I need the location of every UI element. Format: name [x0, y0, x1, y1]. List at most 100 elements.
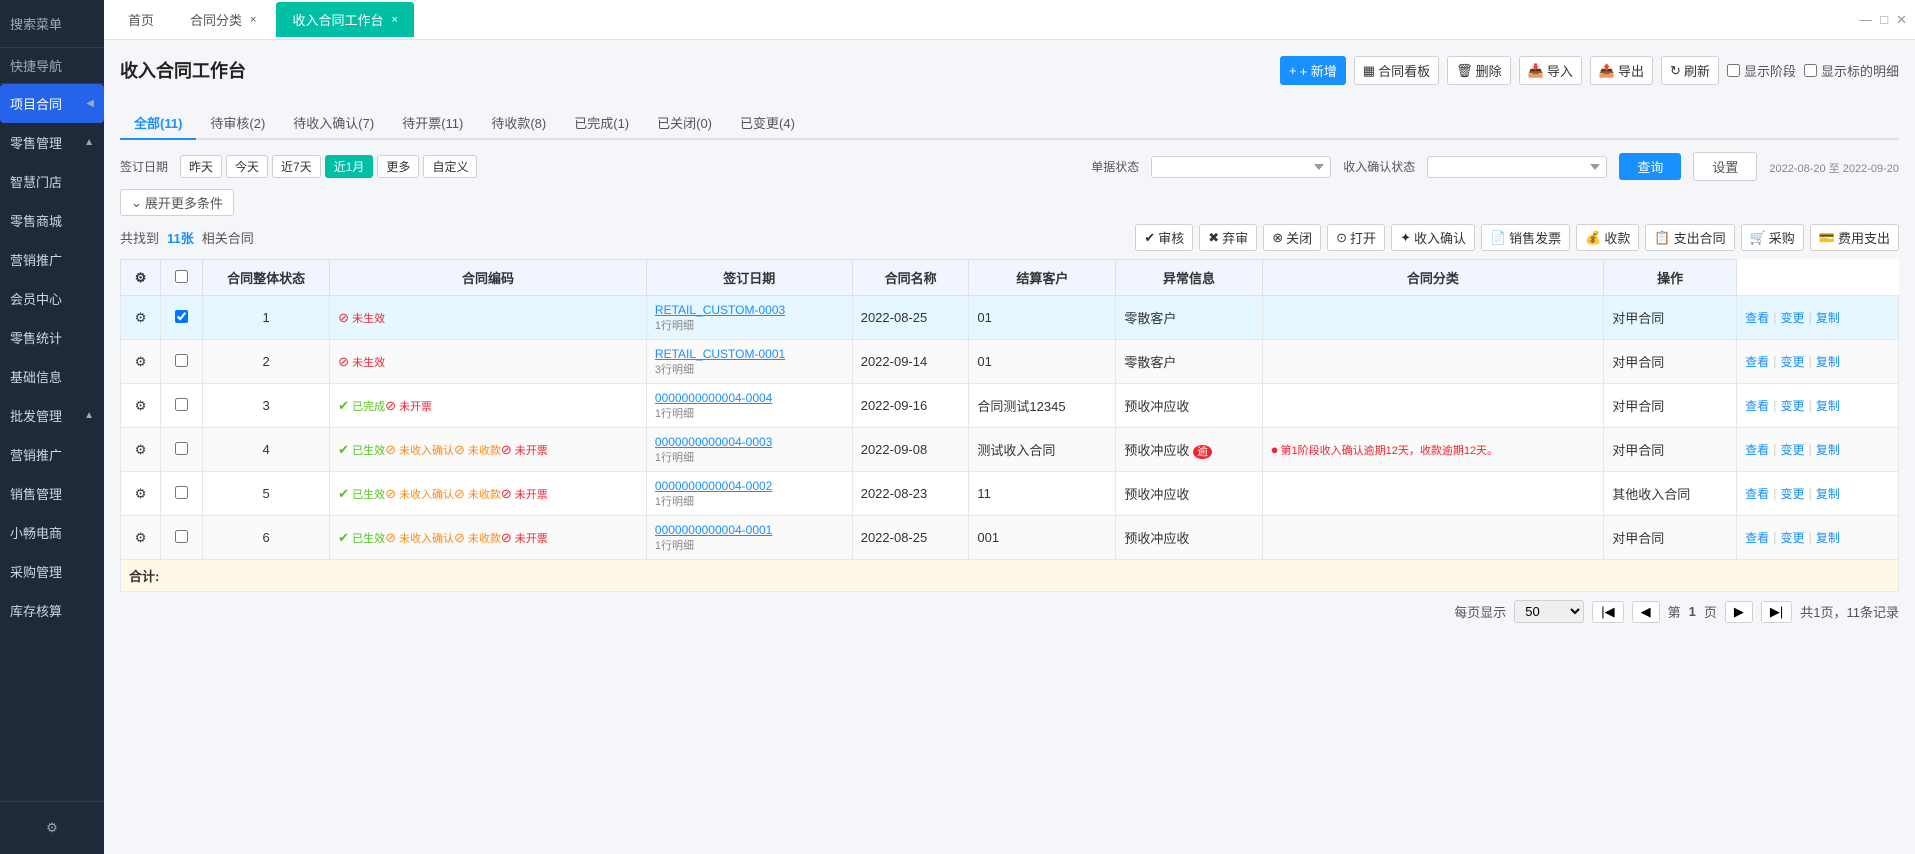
contract-code-link[interactable]: 0000000000004-0001: [655, 523, 772, 537]
row-settings-3[interactable]: ⚙: [121, 384, 161, 428]
action-采购-button[interactable]: 🛒采购: [1741, 224, 1804, 251]
row-code-5[interactable]: 0000000000004-00021行明细: [646, 472, 852, 516]
import_btn-button[interactable]: 📥导入: [1519, 56, 1582, 85]
settings-col-icon[interactable]: ⚙: [135, 270, 147, 285]
sidebar-search[interactable]: 搜索菜单: [0, 0, 104, 48]
op-复制-link[interactable]: 复制: [1816, 311, 1840, 325]
op-查看-link[interactable]: 查看: [1745, 399, 1769, 413]
row-code-6[interactable]: 0000000000004-00011行明细: [646, 516, 852, 560]
contract-code-link[interactable]: RETAIL_CUSTOM-0001: [655, 347, 785, 361]
op-复制-link[interactable]: 复制: [1816, 531, 1840, 545]
action-收入确认-button[interactable]: ✦收入确认: [1391, 224, 1475, 251]
close-icon[interactable]: ✕: [1896, 12, 1907, 28]
row-checkbox-3[interactable]: [175, 398, 188, 411]
filter-tab-已关闭(0)[interactable]: 已关闭(0): [643, 107, 726, 140]
maximize-icon[interactable]: □: [1880, 12, 1888, 28]
show_stages-checkbox[interactable]: [1727, 64, 1740, 77]
sidebar-item-sales-mgmt[interactable]: 销售管理: [0, 474, 104, 513]
first-page-button[interactable]: |◀: [1592, 601, 1623, 623]
row-settings-icon[interactable]: ⚙: [135, 530, 147, 545]
sidebar-item-wholesale[interactable]: 批发管理▲: [0, 396, 104, 435]
action-审核-button[interactable]: ✔审核: [1135, 224, 1193, 251]
tab-合同分类[interactable]: 合同分类×: [174, 2, 272, 37]
row-checkbox-1[interactable]: [175, 310, 188, 323]
sidebar-item-retail-mall[interactable]: 零售商城: [0, 201, 104, 240]
row-settings-5[interactable]: ⚙: [121, 472, 161, 516]
row-code-2[interactable]: RETAIL_CUSTOM-00013行明细: [646, 340, 852, 384]
tab-close-icon[interactable]: ×: [250, 14, 256, 26]
op-查看-link[interactable]: 查看: [1745, 531, 1769, 545]
op-变更-link[interactable]: 变更: [1780, 311, 1804, 325]
sidebar-item-marketing[interactable]: 营销推广: [0, 240, 104, 279]
tab-close-icon[interactable]: ×: [391, 14, 397, 26]
row-checkbox-cell-3[interactable]: [161, 384, 203, 428]
tab-首页[interactable]: 首页: [112, 2, 170, 37]
row-settings-icon[interactable]: ⚙: [135, 354, 147, 369]
minimize-icon[interactable]: —: [1859, 12, 1872, 28]
row-code-1[interactable]: RETAIL_CUSTOM-00031行明细: [646, 296, 852, 340]
sidebar-item-retail-stats[interactable]: 零售统计: [0, 318, 104, 357]
setting-button[interactable]: 设置: [1693, 152, 1757, 181]
col-header-8[interactable]: 合同分类: [1262, 260, 1604, 296]
doc-status-select[interactable]: [1151, 156, 1331, 178]
row-settings-2[interactable]: ⚙: [121, 340, 161, 384]
row-settings-6[interactable]: ⚙: [121, 516, 161, 560]
prev-page-button[interactable]: ◀: [1632, 601, 1660, 623]
sidebar-item-retail[interactable]: 零售管理▲: [0, 123, 104, 162]
row-checkbox-5[interactable]: [175, 486, 188, 499]
row-ops-6[interactable]: 查看|变更|复制: [1737, 516, 1899, 560]
op-复制-link[interactable]: 复制: [1816, 443, 1840, 457]
col-header-5[interactable]: 合同名称: [852, 260, 969, 296]
new_btn-button[interactable]: ++ 新增: [1280, 56, 1346, 85]
row-checkbox-4[interactable]: [175, 442, 188, 455]
row-checkbox-6[interactable]: [175, 530, 188, 543]
kanban_btn-button[interactable]: ▦合同看板: [1354, 56, 1439, 85]
filter-tab-待收款(8)[interactable]: 待收款(8): [477, 107, 560, 140]
op-查看-link[interactable]: 查看: [1745, 487, 1769, 501]
op-查看-link[interactable]: 查看: [1745, 311, 1769, 325]
filter-tab-待审核(2)[interactable]: 待审核(2): [196, 107, 279, 140]
action-费用支出-button[interactable]: 💳费用支出: [1810, 224, 1899, 251]
date-btn-近7天[interactable]: 近7天: [272, 155, 321, 178]
row-settings-4[interactable]: ⚙: [121, 428, 161, 472]
op-查看-link[interactable]: 查看: [1745, 355, 1769, 369]
page-size-select[interactable]: 102050100: [1514, 600, 1584, 623]
sidebar-item-xiaochang[interactable]: 小畅电商: [0, 513, 104, 552]
confirm-status-select[interactable]: [1427, 156, 1607, 178]
sidebar-item-smart-store[interactable]: 智慧门店: [0, 162, 104, 201]
show_details-checkbox[interactable]: [1804, 64, 1817, 77]
contract-code-link[interactable]: RETAIL_CUSTOM-0003: [655, 303, 785, 317]
row-checkbox-2[interactable]: [175, 354, 188, 367]
contract-code-link[interactable]: 0000000000004-0002: [655, 479, 772, 493]
row-code-3[interactable]: 0000000000004-00041行明细: [646, 384, 852, 428]
op-变更-link[interactable]: 变更: [1780, 487, 1804, 501]
date-btn-今天[interactable]: 今天: [226, 155, 268, 178]
show_stages-label[interactable]: 显示阶段: [1727, 61, 1796, 80]
sidebar-quick-nav[interactable]: 快捷导航: [0, 48, 104, 84]
row-checkbox-cell-1[interactable]: [161, 296, 203, 340]
row-settings-icon[interactable]: ⚙: [135, 486, 147, 501]
col-header-4[interactable]: 签订日期: [646, 260, 852, 296]
op-复制-link[interactable]: 复制: [1816, 487, 1840, 501]
row-settings-icon[interactable]: ⚙: [135, 442, 147, 457]
date-btn-更多[interactable]: 更多: [377, 155, 419, 178]
sidebar-item-purchase[interactable]: 采购管理: [0, 552, 104, 591]
row-settings-icon[interactable]: ⚙: [135, 310, 147, 325]
show_details-label[interactable]: 显示标的明细: [1804, 61, 1899, 80]
export_btn-button[interactable]: 📤导出: [1590, 56, 1653, 85]
date-btn-昨天[interactable]: 昨天: [180, 155, 222, 178]
refresh_btn-button[interactable]: ↻刷新: [1661, 56, 1719, 85]
row-code-4[interactable]: 0000000000004-00031行明细: [646, 428, 852, 472]
row-ops-4[interactable]: 查看|变更|复制: [1737, 428, 1899, 472]
col-header-2[interactable]: 合同整体状态: [202, 260, 329, 296]
next-page-button[interactable]: ▶: [1725, 601, 1753, 623]
select-all-checkbox[interactable]: [175, 270, 188, 283]
filter-tab-已完成(1)[interactable]: 已完成(1): [560, 107, 643, 140]
row-checkbox-cell-2[interactable]: [161, 340, 203, 384]
action-打开-button[interactable]: ⊙打开: [1327, 224, 1385, 251]
date-btn-自定义[interactable]: 自定义: [423, 155, 477, 178]
row-checkbox-cell-6[interactable]: [161, 516, 203, 560]
op-复制-link[interactable]: 复制: [1816, 399, 1840, 413]
sidebar-item-member[interactable]: 会员中心: [0, 279, 104, 318]
action-销售发票-button[interactable]: 📄销售发票: [1481, 224, 1570, 251]
